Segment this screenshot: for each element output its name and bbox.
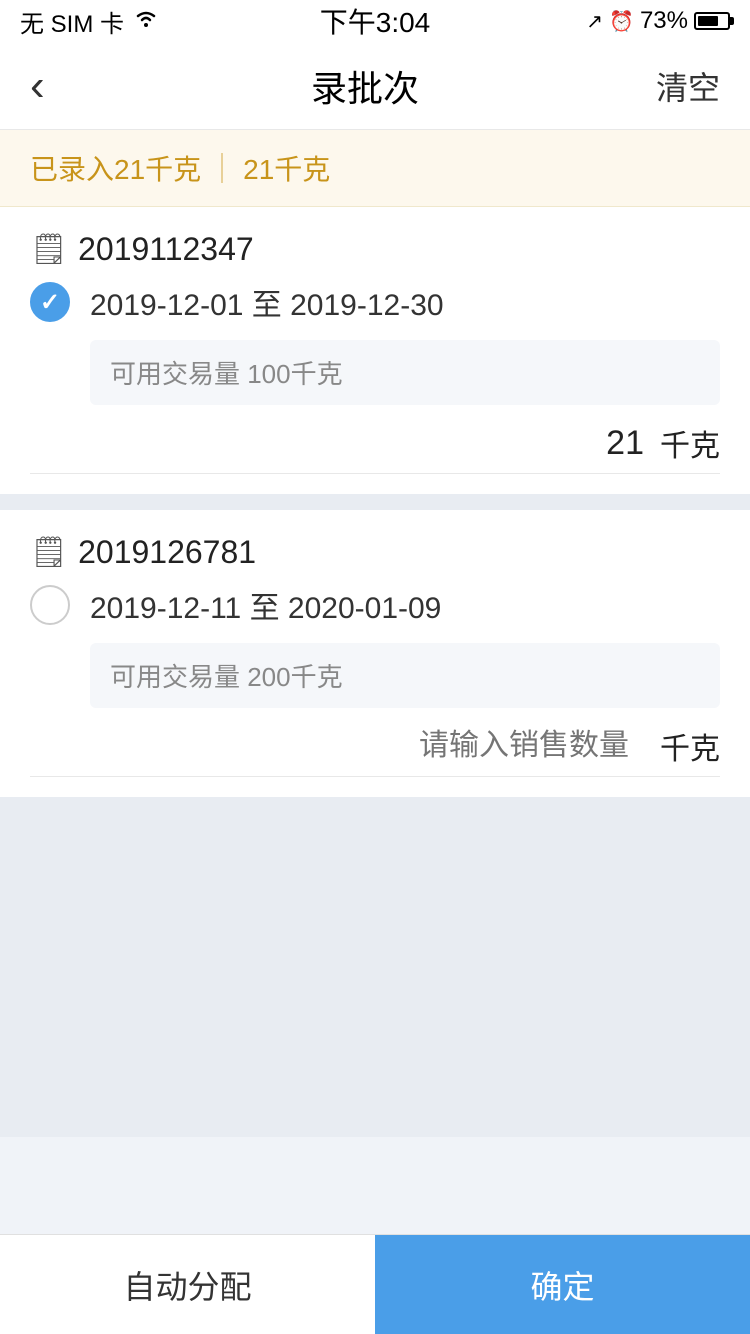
batch-date-row-2[interactable]: 2019-12-11 至 2020-01-09 — [30, 583, 720, 627]
batch-card-2: 🗒 2019126781 2019-12-11 至 2020-01-09 可用交… — [0, 510, 750, 797]
summary-label: 已录入21千克 — [30, 148, 201, 188]
batch-date-2: 2019-12-11 至 2020-01-09 — [90, 583, 441, 627]
batch-available-1: 可用交易量 100千克 — [90, 340, 720, 405]
batch-id-1: 2019112347 — [78, 231, 254, 268]
radio-1[interactable] — [30, 282, 70, 322]
gray-area — [0, 797, 750, 1137]
document-icon-1: 🗒 — [30, 232, 68, 267]
status-time: 下午3:04 — [320, 1, 431, 41]
clear-button[interactable]: 清空 — [640, 63, 720, 109]
back-button[interactable]: ‹ — [30, 61, 90, 111]
battery-icon — [694, 12, 730, 30]
batch-available-2: 可用交易量 200千克 — [90, 643, 720, 708]
location-icon: ↗ — [586, 9, 603, 34]
summary-divider — [221, 153, 223, 183]
battery-percent: 73% — [640, 7, 688, 35]
radio-2[interactable] — [30, 585, 70, 625]
batch-card-1: 🗒 2019112347 2019-12-01 至 2019-12-30 可用交… — [0, 207, 750, 494]
nav-bar: ‹ 录批次 清空 — [0, 42, 750, 130]
status-right: ↗ ⏰ 73% — [586, 7, 730, 35]
batch-amount-row-1: 21 千克 — [30, 405, 720, 474]
bottom-bar: 自动分配 确定 — [0, 1234, 750, 1334]
status-bar: 无 SIM 卡 下午3:04 ↗ ⏰ 73% — [0, 0, 750, 42]
summary-value: 21千克 — [243, 148, 330, 188]
batch-date-row-1[interactable]: 2019-12-01 至 2019-12-30 — [30, 280, 720, 324]
section-separator-1 — [0, 494, 750, 510]
summary-banner: 已录入21千克 21千克 — [0, 130, 750, 207]
batch-id-2: 2019126781 — [78, 534, 256, 571]
batch-amount-value-1: 21 — [606, 424, 644, 463]
page-title: 录批次 — [90, 60, 640, 112]
batch-input-unit-2: 千克 — [660, 724, 720, 768]
quantity-input-2[interactable] — [30, 729, 644, 763]
batch-header-2: 🗒 2019126781 — [30, 534, 720, 571]
batch-header-1: 🗒 2019112347 — [30, 231, 720, 268]
document-icon-2: 🗒 — [30, 535, 68, 570]
batch-input-row-2[interactable]: 千克 — [30, 708, 720, 777]
batch-amount-unit-1: 千克 — [660, 421, 720, 465]
wifi-icon — [132, 7, 160, 35]
auto-distribute-button[interactable]: 自动分配 — [0, 1235, 375, 1334]
alarm-icon: ⏰ — [609, 9, 634, 34]
status-left: 无 SIM 卡 — [20, 4, 160, 39]
confirm-button[interactable]: 确定 — [375, 1235, 750, 1334]
carrier-text: 无 SIM 卡 — [20, 4, 124, 39]
batch-date-1: 2019-12-01 至 2019-12-30 — [90, 280, 444, 324]
